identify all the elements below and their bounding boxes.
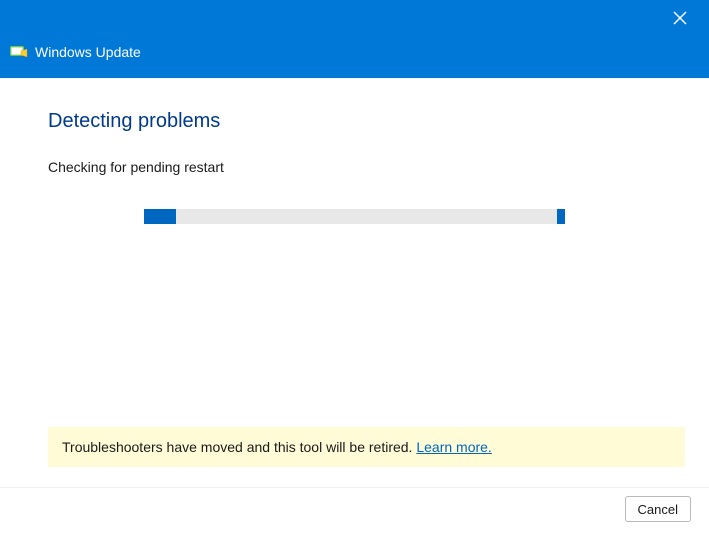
deprecation-notice: Troubleshooters have moved and this tool…: [48, 427, 685, 467]
notice-text: Troubleshooters have moved and this tool…: [62, 439, 416, 455]
content-area: Detecting problems Checking for pending …: [0, 78, 709, 487]
close-button[interactable]: [665, 6, 695, 30]
cancel-button[interactable]: Cancel: [625, 496, 691, 522]
progress-bar: [144, 209, 565, 224]
learn-more-link[interactable]: Learn more.: [416, 439, 491, 455]
window-title: Windows Update: [35, 44, 141, 60]
progress-tail: [557, 209, 565, 224]
status-text: Checking for pending restart: [48, 159, 661, 175]
windows-update-icon: [10, 44, 28, 60]
title-bar: Windows Update: [0, 0, 709, 78]
page-heading: Detecting problems: [48, 110, 661, 133]
footer: Cancel: [0, 487, 709, 545]
progress-fill: [144, 209, 176, 224]
close-icon: [673, 11, 687, 25]
